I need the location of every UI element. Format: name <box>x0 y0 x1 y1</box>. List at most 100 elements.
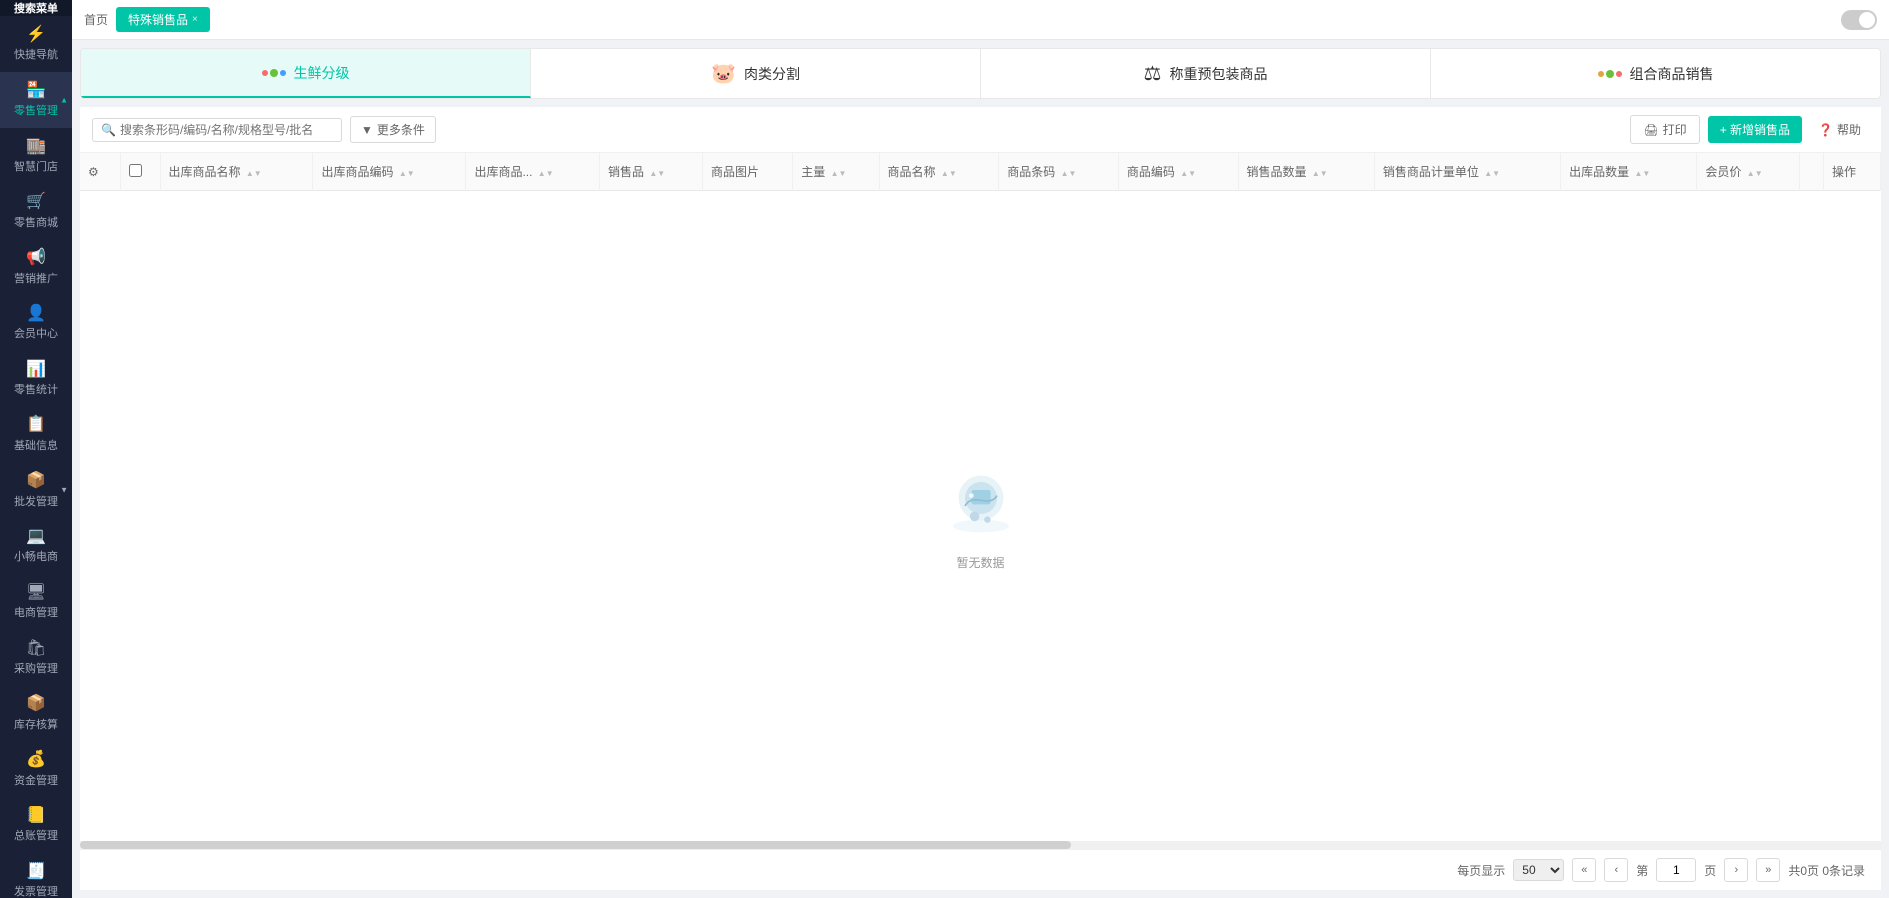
page-number-input[interactable] <box>1656 858 1696 882</box>
sidebar-item-basic-info[interactable]: 📋 基础信息 <box>0 406 72 462</box>
next-page-button[interactable]: › <box>1724 858 1748 882</box>
table-container: 🔍 ▼ 更多条件 🖨 打印 + 新增销售品 ❓ <box>80 107 1881 890</box>
page-total: 共0页 0条记录 <box>1788 862 1865 879</box>
toggle-button[interactable] <box>1841 10 1877 30</box>
col-action: 操作 <box>1824 153 1881 191</box>
col-checkbox[interactable] <box>120 153 160 191</box>
smart-store-icon: 🏬 <box>26 136 46 158</box>
tab-weight-package[interactable]: ⚖ 称重预包装商品 <box>981 49 1431 98</box>
col-goods-image: 商品图片 <box>702 153 792 191</box>
col-goods-name: 商品名称 ▲▼ <box>879 153 999 191</box>
sidebar-item-invoice-mgmt[interactable]: 🧾 发票管理 <box>0 853 72 898</box>
sidebar-item-inventory[interactable]: 📦 库存核算 <box>0 685 72 741</box>
pagination: 每页显示 50 10 20 100 « ‹ 第 页 › <box>80 849 1881 890</box>
sidebar-item-finance[interactable]: 💰 资金管理 <box>0 741 72 797</box>
sidebar-item-retail-mgmt[interactable]: 🏪 零售管理 <box>0 72 72 128</box>
help-icon: ❓ <box>1818 123 1833 137</box>
help-button[interactable]: ❓ 帮助 <box>1810 116 1869 143</box>
col-out-goods-code: 出库商品编码 ▲▼ <box>313 153 466 191</box>
col-sale-qty: 销售品数量 ▲▼ <box>1238 153 1374 191</box>
basic-info-icon: 📋 <box>26 414 46 436</box>
search-input[interactable] <box>120 123 333 137</box>
col-settings[interactable]: ⚙ <box>80 153 120 191</box>
tab-close-button[interactable]: × <box>192 14 198 25</box>
topbar: 首页 特殊销售品 × <box>72 0 1889 40</box>
first-page-button[interactable]: « <box>1572 858 1596 882</box>
purchase-mgmt-icon: 🛍 <box>26 638 46 660</box>
main-content: 首页 特殊销售品 × 生鲜分级 🐷 肉类分割 <box>72 0 1889 898</box>
col-out-goods-name: 出库商品名称 ▲▼ <box>160 153 313 191</box>
category-tabs: 生鲜分级 🐷 肉类分割 ⚖ 称重预包装商品 组合商品销售 <box>80 48 1881 99</box>
sidebar-item-retail-mall[interactable]: 🛒 零售商城 <box>0 183 72 239</box>
membership-icon: 👤 <box>26 303 46 325</box>
sort-icon[interactable]: ▲▼ <box>246 170 262 178</box>
meat-cut-label: 肉类分割 <box>744 64 800 84</box>
quick-nav-icon: ⚡ <box>26 24 46 46</box>
sidebar: 搜索菜单 ⚡ 快捷导航 🏪 零售管理 🏬 智慧门店 🛒 零售商城 📢 营销推广 … <box>0 0 72 898</box>
meat-cut-icon: 🐷 <box>711 61 736 86</box>
sort-icon[interactable]: ▲▼ <box>538 170 554 178</box>
prev-page-button[interactable]: ‹ <box>1604 858 1628 882</box>
sort-icon[interactable]: ▲▼ <box>1747 170 1763 178</box>
fresh-grade-icon <box>262 69 286 77</box>
sort-icon[interactable]: ▲▼ <box>1180 170 1196 178</box>
tab-meat-cut[interactable]: 🐷 肉类分割 <box>531 49 981 98</box>
filter-icon: ▼ <box>361 123 373 137</box>
weight-package-icon: ⚖ <box>1144 61 1162 86</box>
sidebar-item-smart-store[interactable]: 🏬 智慧门店 <box>0 128 72 184</box>
home-breadcrumb[interactable]: 首页 <box>84 11 108 28</box>
retail-stats-icon: 📊 <box>26 359 46 381</box>
wholesale-mgmt-icon: 📦 <box>26 470 46 492</box>
empty-state: 暂无数据 <box>80 191 1881 841</box>
sort-icon[interactable]: ▲▼ <box>1634 170 1650 178</box>
sort-icon[interactable]: ▲▼ <box>649 170 665 178</box>
sidebar-item-wholesale-mgmt[interactable]: 📦 批发管理 <box>0 462 72 518</box>
last-page-button[interactable]: » <box>1756 858 1780 882</box>
sidebar-item-marketing[interactable]: 📢 营销推广 <box>0 239 72 295</box>
combo-sale-icon <box>1598 70 1622 78</box>
retail-mgmt-icon: 🏪 <box>26 80 46 102</box>
col-sale-goods: 销售品 ▲▼ <box>599 153 702 191</box>
sort-icon[interactable]: ▲▼ <box>1484 170 1500 178</box>
tab-label: 特殊销售品 <box>128 11 188 28</box>
table-scroll-area: ⚙ 出库商品名称 ▲▼ 出库商品编码 ▲▼ <box>80 153 1881 841</box>
toolbar: 🔍 ▼ 更多条件 🖨 打印 + 新增销售品 ❓ <box>80 107 1881 153</box>
filter-button[interactable]: ▼ 更多条件 <box>350 116 436 143</box>
tab-combo-sale[interactable]: 组合商品销售 <box>1431 49 1880 98</box>
fresh-grade-label: 生鲜分级 <box>294 63 350 83</box>
tab-fresh-grade[interactable]: 生鲜分级 <box>81 49 531 98</box>
mini-ecom-icon: 💻 <box>26 526 46 548</box>
retail-mall-icon: 🛒 <box>26 191 46 213</box>
horizontal-scrollbar[interactable] <box>80 841 1881 849</box>
select-all-checkbox[interactable] <box>129 164 142 177</box>
search-icon: 🔍 <box>101 123 116 137</box>
active-tab[interactable]: 特殊销售品 × <box>116 7 210 32</box>
col-out-qty: 出库品数量 ▲▼ <box>1561 153 1697 191</box>
sidebar-item-general-ledger[interactable]: 📒 总账管理 <box>0 797 72 853</box>
sidebar-item-ecom-mgmt[interactable]: 🖥 电商管理 <box>0 574 72 630</box>
data-table: ⚙ 出库商品名称 ▲▼ 出库商品编码 ▲▼ <box>80 153 1881 191</box>
weight-package-label: 称重预包装商品 <box>1169 64 1267 84</box>
scroll-thumb[interactable] <box>80 841 1071 849</box>
col-extra <box>1800 153 1824 191</box>
page-size-select[interactable]: 50 10 20 100 <box>1513 859 1564 881</box>
page-size-label: 每页显示 <box>1457 862 1505 879</box>
add-sale-item-button[interactable]: + 新增销售品 <box>1708 116 1802 143</box>
sort-icon[interactable]: ▲▼ <box>399 170 415 178</box>
topbar-right <box>1841 10 1877 30</box>
sort-icon[interactable]: ▲▼ <box>1061 170 1077 178</box>
sort-icon[interactable]: ▲▼ <box>1312 170 1328 178</box>
search-box[interactable]: 🔍 <box>92 118 342 142</box>
invoice-mgmt-icon: 🧾 <box>26 861 46 883</box>
sidebar-item-purchase-mgmt[interactable]: 🛍 采购管理 <box>0 630 72 686</box>
sidebar-item-quick-nav[interactable]: ⚡ 快捷导航 <box>0 16 72 72</box>
sidebar-item-mini-ecom[interactable]: 💻 小畅电商 <box>0 518 72 574</box>
print-button[interactable]: 🖨 打印 <box>1630 115 1699 144</box>
sort-icon[interactable]: ▲▼ <box>941 170 957 178</box>
sidebar-logo: 搜索菜单 <box>0 0 72 16</box>
sort-icon[interactable]: ▲▼ <box>831 170 847 178</box>
sidebar-item-retail-stats[interactable]: 📊 零售统计 <box>0 351 72 407</box>
settings-col-icon: ⚙ <box>88 165 99 179</box>
print-icon: 🖨 <box>1643 123 1658 137</box>
sidebar-item-membership[interactable]: 👤 会员中心 <box>0 295 72 351</box>
